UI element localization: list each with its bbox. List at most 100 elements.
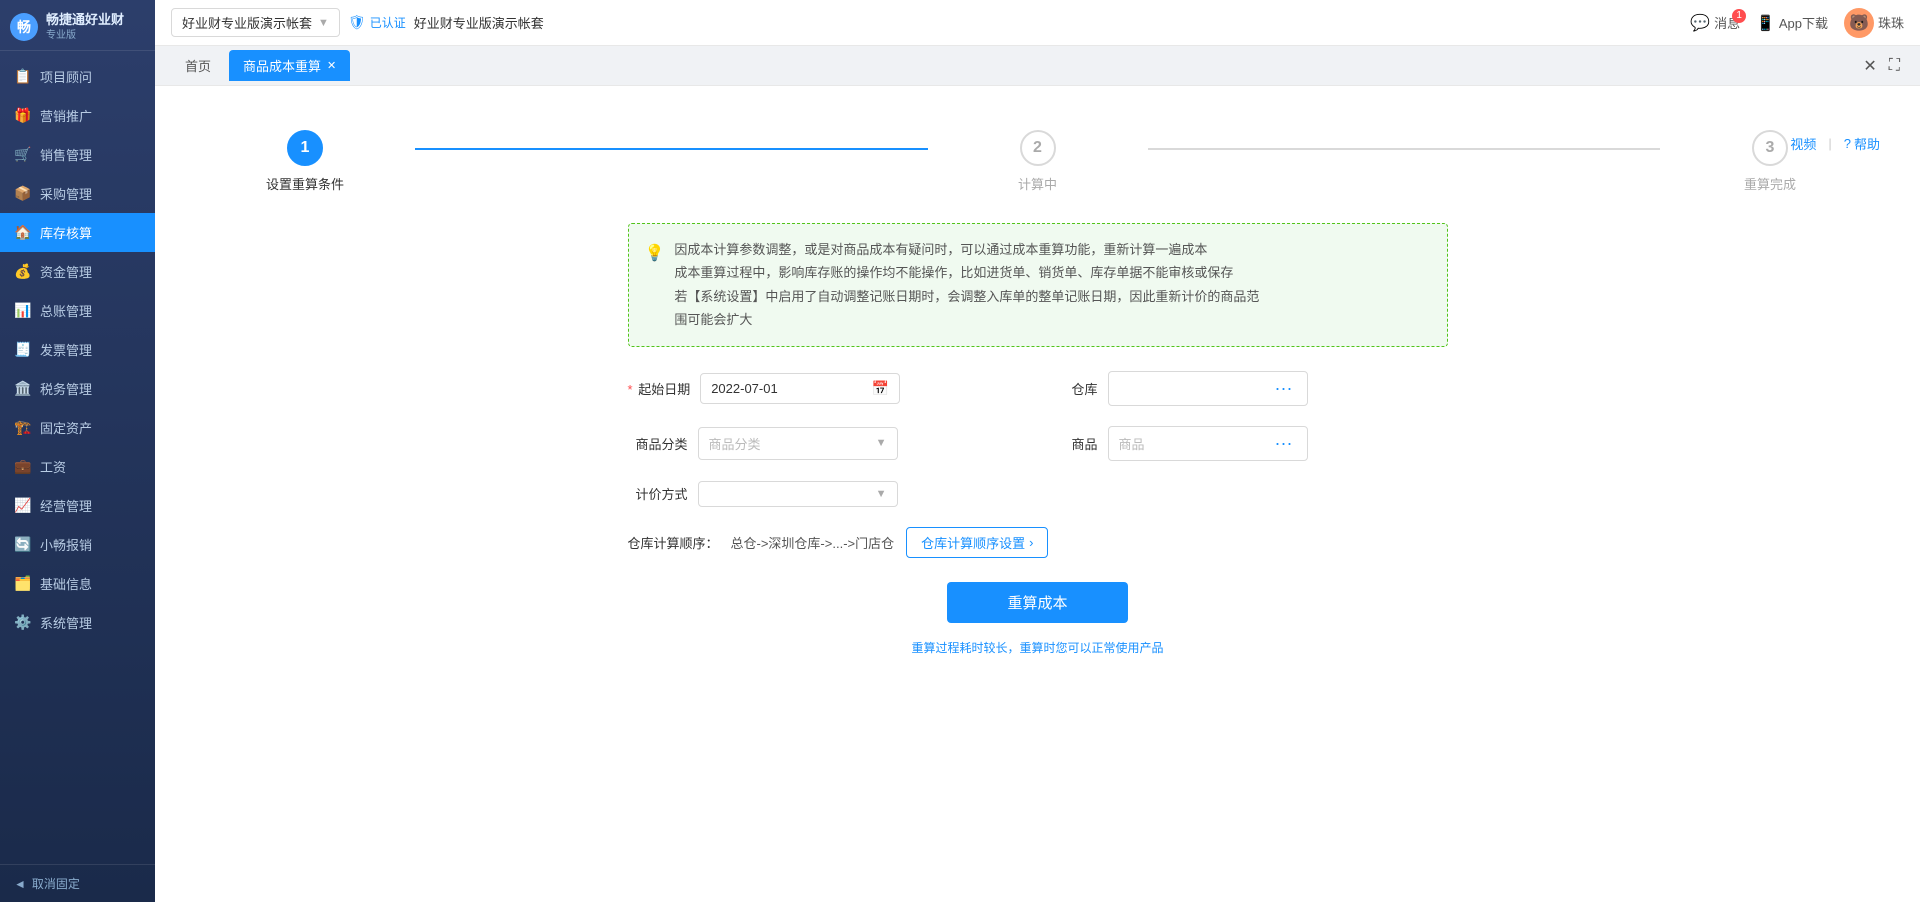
warehouse-dots-button[interactable]: ··· [1271,378,1297,399]
chevron-down-icon: ▼ [318,17,329,29]
expand-window-button[interactable]: ⛶ [1885,53,1904,79]
product-label: 商品 [1058,434,1098,453]
warehouse-order-label: 仓库计算顺序： [628,533,719,552]
category-select[interactable]: 商品分类 ▼ [698,427,898,460]
invoice-icon: 🧾 [14,341,32,358]
pricing-label: 计价方式 [628,484,688,503]
notice-text: 因成本计算参数调整，或是对商品成本有疑问时，可以通过成本重算功能，重新计算一遍成… [674,238,1259,332]
form-group-start-date: * 起始日期 2022-07-01 📅 [628,373,1018,404]
warehouse-setting-label: 仓库计算顺序设置 [921,533,1025,552]
sidebar-item-system[interactable]: ⚙️ 系统管理 [0,603,155,642]
step-2-circle: 2 [1020,130,1056,166]
close-tab-icon[interactable]: ✕ [327,59,336,72]
close-window-button[interactable]: ✕ [1859,52,1880,80]
form-row-3: 计价方式 ▼ [628,481,1448,507]
sidebar-item-label: 经营管理 [40,496,92,515]
sidebar-item-expense[interactable]: 🔄 小畅报销 [0,525,155,564]
app-download-label: App下载 [1779,13,1828,32]
submit-area: 重算成本 重算过程耗时较长，重算时您可以正常使用产品 [628,582,1448,656]
steps-wizard: 1 设置重算条件 2 计算中 3 重算完成 [195,110,1880,223]
main-area: 好业财专业版演示帐套 ▼ 🛡 已认证 好业财专业版演示帐套 💬 消息 1 📱 A… [155,0,1920,902]
sidebar-item-label: 营销推广 [40,106,92,125]
verified-badge: 🛡 已认证 [348,14,406,31]
inventory-icon: 🏠 [14,224,32,241]
form-group-pricing: 计价方式 ▼ [628,481,1448,507]
operations-icon: 📈 [14,497,32,514]
sidebar-item-purchase[interactable]: 📦 采购管理 [0,174,155,213]
sidebar-logo: 畅 畅捷通好业财 专业版 [0,0,155,51]
form-row-2: 商品分类 商品分类 ▼ 商品 商品 ··· [628,426,1448,461]
app-download-button[interactable]: 📱 App下载 [1756,13,1828,32]
sidebar-item-label: 税务管理 [40,379,92,398]
step-3-label: 重算完成 [1744,174,1796,193]
steps-help: ▶ 视频 | ? 帮助 [1777,134,1880,153]
calendar-icon[interactable]: 📅 [872,380,889,397]
step-line-1 [415,148,928,150]
category-label: 商品分类 [628,434,688,453]
sidebar-item-operations[interactable]: 📈 经营管理 [0,486,155,525]
chevron-down-icon: ▼ [876,437,887,449]
notice-icon: 💡 [645,240,665,332]
message-button[interactable]: 💬 消息 1 [1690,13,1740,33]
account-selector[interactable]: 好业财专业版演示帐套 ▼ [171,8,340,37]
assets-icon: 🏗️ [14,419,32,436]
warehouse-order-value: 总仓->深圳仓库->...->门店仓 [731,533,895,552]
notice-line-1: 因成本计算参数调整，或是对商品成本有疑问时，可以通过成本重算功能，重新计算一遍成… [674,238,1259,261]
user-menu[interactable]: 🐻 珠珠 [1844,8,1904,38]
avatar: 🐻 [1844,8,1874,38]
expense-icon: 🔄 [14,536,32,553]
warehouse-label: 仓库 [1058,379,1098,398]
recalc-button[interactable]: 重算成本 [947,582,1127,623]
notice-line-2: 成本重算过程中，影响库存账的操作均不能操作，比如进货单、销货单、库存单据不能审核… [674,261,1259,284]
sidebar-item-invoice[interactable]: 🧾 发票管理 [0,330,155,369]
form-group-product: 商品 商品 ··· [1058,426,1448,461]
account-selector-text: 好业财专业版演示帐套 [182,13,312,32]
marketing-icon: 🎁 [14,107,32,124]
product-input[interactable]: 商品 ··· [1108,426,1308,461]
warehouse-input[interactable]: ··· [1108,371,1308,406]
tabbar: 首页 商品成本重算 ✕ ✕ ⛶ [155,46,1920,86]
start-date-input[interactable]: 2022-07-01 📅 [700,373,900,404]
step-2: 2 计算中 [928,130,1148,193]
sidebar-item-project[interactable]: 📋 项目顾问 [0,57,155,96]
notice-line-4: 围可能会扩大 [674,308,1259,331]
sidebar-item-label: 资金管理 [40,262,92,281]
product-placeholder: 商品 [1119,434,1145,453]
sidebar-item-label: 发票管理 [40,340,92,359]
unpin-icon: ◄ [14,877,26,891]
pricing-select[interactable]: ▼ [698,481,898,507]
tab-home-label: 首页 [185,56,211,75]
sidebar-item-inventory[interactable]: 🏠 库存核算 [0,213,155,252]
system-icon: ⚙️ [14,614,32,631]
sidebar-item-label: 销售管理 [40,145,92,164]
form-row-1: * 起始日期 2022-07-01 📅 仓库 ··· [628,371,1448,406]
sidebar-item-assets[interactable]: 🏗️ 固定资产 [0,408,155,447]
tab-home[interactable]: 首页 [171,50,225,81]
payroll-icon: 💼 [14,458,32,475]
sidebar-item-accounting[interactable]: 📊 总账管理 [0,291,155,330]
basic-icon: 🗂️ [14,575,32,592]
sidebar-footer[interactable]: ◄ 取消固定 [0,864,155,902]
sidebar-nav: 📋 项目顾问 🎁 营销推广 🛒 销售管理 📦 采购管理 🏠 库存核算 💰 资金管… [0,51,155,864]
chevron-down-icon: ▼ [876,488,887,500]
sidebar-item-sales[interactable]: 🛒 销售管理 [0,135,155,174]
project-icon: 📋 [14,68,32,85]
warehouse-order-setting-button[interactable]: 仓库计算顺序设置 › [906,527,1048,558]
unpin-label: 取消固定 [32,875,80,892]
sidebar-item-label: 小畅报销 [40,535,92,554]
sidebar-item-label: 基础信息 [40,574,92,593]
sidebar-item-label: 系统管理 [40,613,92,632]
tab-recalc[interactable]: 商品成本重算 ✕ [229,50,350,81]
form-group-category: 商品分类 商品分类 ▼ [628,427,1018,460]
help-link[interactable]: ? 帮助 [1844,134,1880,153]
step-line-2 [1148,148,1661,150]
sidebar-item-payroll[interactable]: 💼 工资 [0,447,155,486]
sidebar-item-basic[interactable]: 🗂️ 基础信息 [0,564,155,603]
message-icon: 💬 [1690,13,1710,33]
product-dots-button[interactable]: ··· [1271,433,1297,454]
sidebar-item-marketing[interactable]: 🎁 营销推广 [0,96,155,135]
logo-icon: 畅 [10,13,38,41]
sidebar-item-finance[interactable]: 💰 资金管理 [0,252,155,291]
chevron-right-icon: › [1029,535,1033,550]
sidebar-item-tax[interactable]: 🏛️ 税务管理 [0,369,155,408]
